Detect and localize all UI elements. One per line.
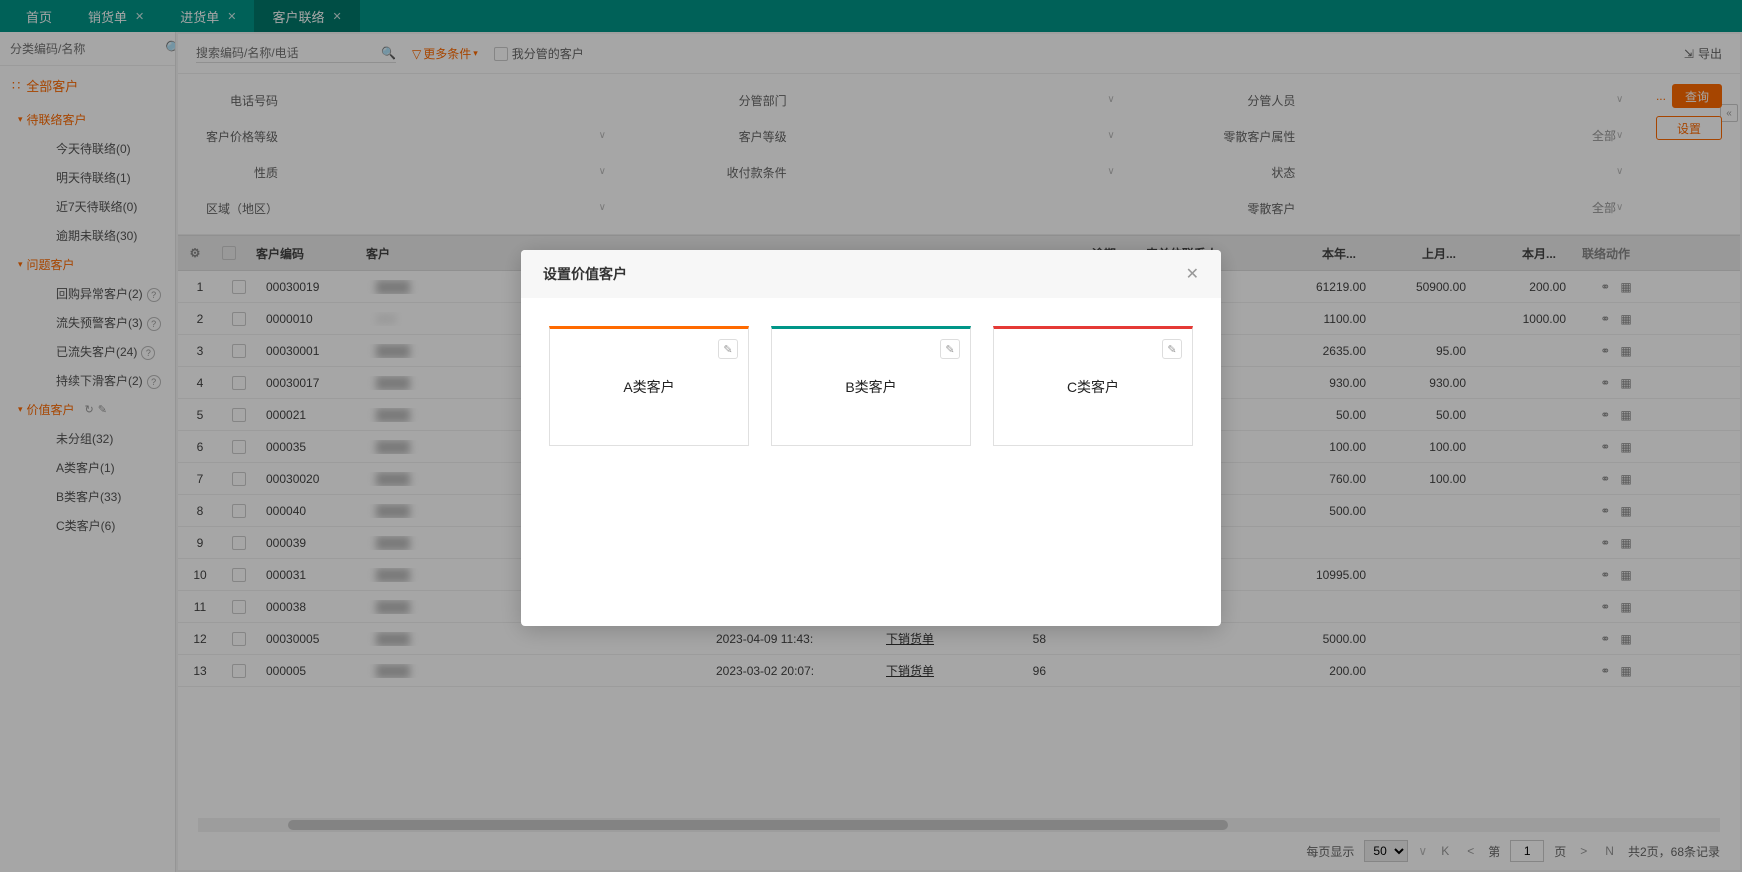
modal-cards: ✎ A类客户 ✎ B类客户 ✎ C类客户 [521,298,1221,446]
card-a-label: A类客户 [623,377,674,397]
value-customer-modal: 设置价值客户 ✕ ✎ A类客户 ✎ B类客户 ✎ C类客户 [521,250,1221,626]
card-class-a[interactable]: ✎ A类客户 [549,326,749,446]
card-c-label: C类客户 [1067,377,1119,397]
modal-title: 设置价值客户 [543,264,627,284]
modal-header: 设置价值客户 ✕ [521,250,1221,298]
edit-icon[interactable]: ✎ [940,339,960,359]
card-b-label: B类客户 [845,377,896,397]
modal-overlay[interactable]: 设置价值客户 ✕ ✎ A类客户 ✎ B类客户 ✎ C类客户 [0,0,1742,872]
close-icon[interactable]: ✕ [1186,264,1199,284]
card-class-c[interactable]: ✎ C类客户 [993,326,1193,446]
card-class-b[interactable]: ✎ B类客户 [771,326,971,446]
edit-icon[interactable]: ✎ [718,339,738,359]
edit-icon[interactable]: ✎ [1162,339,1182,359]
